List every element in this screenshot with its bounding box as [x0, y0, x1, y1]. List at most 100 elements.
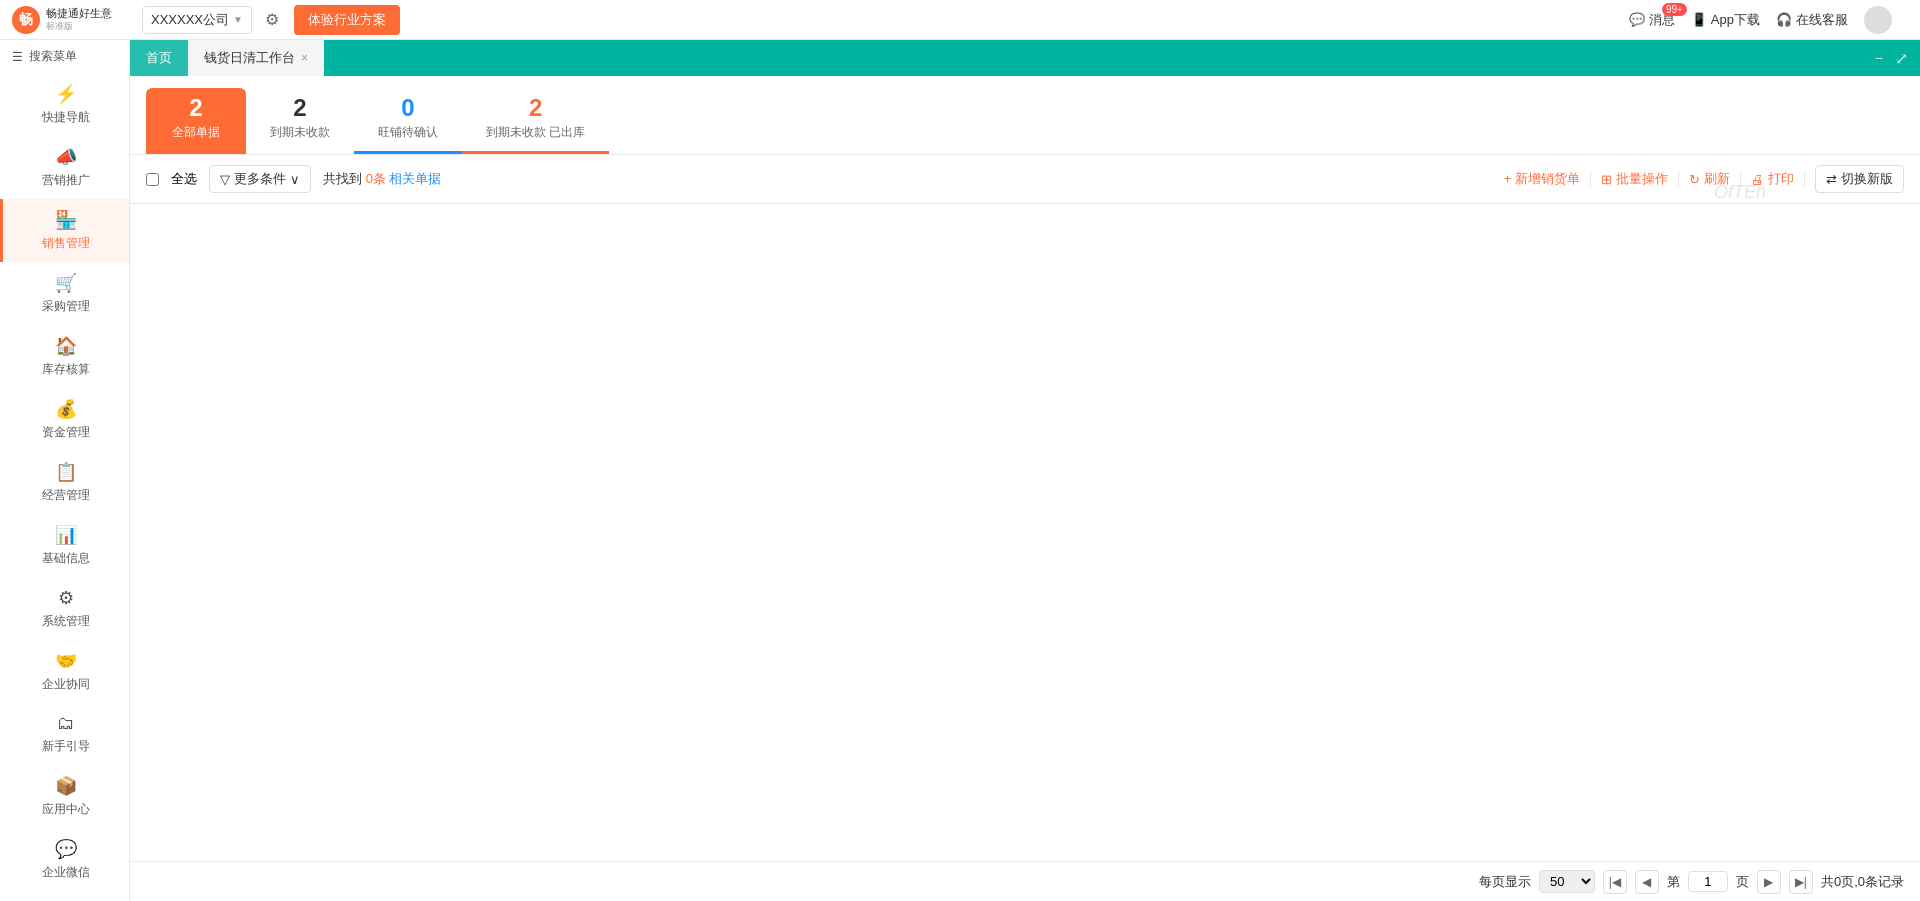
- tab-workbench[interactable]: 钱货日清工作台 ×: [188, 40, 324, 76]
- stat-tab-all[interactable]: 2 全部单据: [146, 88, 246, 154]
- close-tab-icon[interactable]: ×: [301, 51, 308, 65]
- page-label: 第: [1667, 873, 1680, 891]
- service-label: 在线客服: [1796, 11, 1848, 29]
- batch-button[interactable]: ⊞ 批量操作: [1601, 170, 1668, 188]
- sidebar-item-base-info[interactable]: 📊 基础信息: [0, 514, 129, 577]
- main: 首页 钱货日清工作台 × － ⤢ 2 全部单据 2 到期未: [130, 40, 1920, 901]
- stat-label-pending: 旺铺待确认: [378, 124, 438, 141]
- pagination: 每页显示 50 20 100 |◀ ◀ 第 1 页 ▶ ▶| 共0页,0条记录: [130, 861, 1920, 901]
- stat-tab-overdue-shipped[interactable]: 2 到期未收款 已出库: [462, 88, 609, 154]
- tab-home[interactable]: 首页: [130, 40, 188, 76]
- sidebar-item-label: 采购管理: [42, 298, 90, 315]
- select-all-checkbox[interactable]: [146, 173, 159, 186]
- divider: [1678, 171, 1679, 187]
- sidebar-item-label: 库存核算: [42, 361, 90, 378]
- stat-tab-overdue[interactable]: 2 到期未收款: [246, 88, 354, 154]
- headset-icon: 🎧: [1776, 12, 1792, 27]
- stat-num-overdue-shipped: 2: [529, 96, 542, 120]
- add-sale-order-button[interactable]: + 新增销货单: [1504, 170, 1580, 188]
- operations-icon: 📋: [55, 461, 77, 483]
- stat-tab-pending[interactable]: 0 旺铺待确认: [354, 88, 462, 154]
- search-menu-item[interactable]: ☰ 搜索菜单: [0, 40, 129, 73]
- chevron-down-icon: ▼: [233, 14, 243, 25]
- sidebar-item-sales[interactable]: 🏪 销售管理: [0, 199, 129, 262]
- sidebar-item-app-center[interactable]: 📦 应用中心: [0, 765, 129, 828]
- divider: [1804, 171, 1805, 187]
- select-all-label: 全选: [171, 170, 197, 188]
- enterprise-icon: 🤝: [55, 650, 77, 672]
- sidebar-item-label: 企业微信: [42, 864, 90, 881]
- sidebar: ☰ 搜索菜单 ⚡ 快捷导航 📣 营销推广 🏪 销售管理 🛒 采购管理 🏠 库存核…: [0, 40, 130, 901]
- base-info-icon: 📊: [55, 524, 77, 546]
- sidebar-item-label: 应用中心: [42, 801, 90, 818]
- settings-button[interactable]: ⚙: [258, 6, 286, 34]
- divider: [1740, 171, 1741, 187]
- page-label-suffix: 页: [1736, 873, 1749, 891]
- found-text: 共找到 0条 相关单据: [323, 170, 441, 188]
- stats-tabs: 2 全部单据 2 到期未收款 0 旺铺待确认 2 到期未收款 已出库: [130, 76, 1920, 155]
- next-page-button[interactable]: ▶: [1757, 870, 1781, 894]
- guide-icon: 🗂: [57, 713, 75, 734]
- avatar[interactable]: [1864, 6, 1892, 34]
- content: 2 全部单据 2 到期未收款 0 旺铺待确认 2 到期未收款 已出库: [130, 76, 1920, 901]
- sidebar-item-inventory[interactable]: 🏠 库存核算: [0, 325, 129, 388]
- print-button[interactable]: 🖨 打印: [1751, 170, 1794, 188]
- maximize-button[interactable]: ⤢: [1895, 49, 1908, 68]
- search-icon: ☰: [12, 50, 23, 64]
- top-bar: 畅 畅捷通好生意 标准版 XXXXXX公司 ▼ ⚙ 体验行业方案 💬 消息 99…: [0, 0, 1920, 40]
- stat-label-overdue: 到期未收款: [270, 124, 330, 141]
- first-page-button[interactable]: |◀: [1603, 870, 1627, 894]
- online-service-button[interactable]: 🎧 在线客服: [1776, 11, 1848, 29]
- stat-label-all: 全部单据: [172, 124, 220, 141]
- sidebar-item-operations[interactable]: 📋 经营管理: [0, 451, 129, 514]
- inventory-icon: 🏠: [55, 335, 77, 357]
- sidebar-item-system[interactable]: ⚙ 系统管理: [0, 577, 129, 640]
- sidebar-item-label: 系统管理: [42, 613, 90, 630]
- refresh-button[interactable]: ↻ 刷新: [1689, 170, 1730, 188]
- sidebar-item-label: 营销推广: [42, 172, 90, 189]
- sidebar-item-enterprise-wechat[interactable]: 💬 企业微信: [0, 828, 129, 891]
- minimize-button[interactable]: －: [1871, 48, 1887, 69]
- app-label: App下载: [1711, 11, 1760, 29]
- sidebar-item-guide[interactable]: 🗂 新手引导: [0, 703, 129, 765]
- company-name: XXXXXX公司: [151, 11, 229, 29]
- sidebar-item-label: 资金管理: [42, 424, 90, 441]
- top-bar-right: 💬 消息 99+ 📱 App下载 🎧 在线客服: [1629, 6, 1908, 34]
- nav-tabs: 首页 钱货日清工作台 × － ⤢: [130, 40, 1920, 76]
- sidebar-item-vip[interactable]: 🏆 畅会员: [0, 891, 129, 901]
- divider: [1590, 171, 1591, 187]
- sidebar-item-enterprise[interactable]: 🤝 企业协同: [0, 640, 129, 703]
- sidebar-item-marketing[interactable]: 📣 营销推广: [0, 136, 129, 199]
- sidebar-item-label: 企业协同: [42, 676, 90, 693]
- logo-badge: 标准版: [46, 20, 112, 33]
- switch-version-button[interactable]: ⇄ 切换新版: [1815, 165, 1904, 193]
- page-number-input[interactable]: 1: [1688, 871, 1728, 892]
- sidebar-item-finance[interactable]: 💰 资金管理: [0, 388, 129, 451]
- prev-page-button[interactable]: ◀: [1635, 870, 1659, 894]
- total-records: 共0页,0条记录: [1821, 873, 1904, 891]
- app-center-icon: 📦: [55, 775, 77, 797]
- chevron-down-icon: ∨: [290, 172, 300, 187]
- message-badge: 99+: [1662, 3, 1687, 16]
- sidebar-item-quick-nav[interactable]: ⚡ 快捷导航: [0, 73, 129, 136]
- app-download-button[interactable]: 📱 App下载: [1691, 11, 1760, 29]
- layout: ☰ 搜索菜单 ⚡ 快捷导航 📣 营销推广 🏪 销售管理 🛒 采购管理 🏠 库存核…: [0, 40, 1920, 901]
- found-link[interactable]: 相关单据: [389, 171, 441, 186]
- message-icon: 💬: [1629, 12, 1645, 27]
- app-icon: 📱: [1691, 12, 1707, 27]
- filter-button[interactable]: ▽ 更多条件 ∨: [209, 165, 311, 193]
- sidebar-item-label: 快捷导航: [42, 109, 90, 126]
- toolbar: 全选 ▽ 更多条件 ∨ 共找到 0条 相关单据 + 新增销货单: [130, 155, 1920, 204]
- nav-tab-actions: － ⤢: [1871, 48, 1920, 69]
- message-button[interactable]: 💬 消息 99+: [1629, 11, 1675, 29]
- last-page-button[interactable]: ▶|: [1789, 870, 1813, 894]
- per-page-select[interactable]: 50 20 100: [1539, 870, 1595, 893]
- trial-button[interactable]: 体验行业方案: [294, 5, 400, 35]
- filter-icon: ▽: [220, 172, 230, 187]
- sidebar-item-purchase[interactable]: 🛒 采购管理: [0, 262, 129, 325]
- marketing-icon: 📣: [55, 146, 77, 168]
- sales-icon: 🏪: [55, 209, 77, 231]
- company-selector[interactable]: XXXXXX公司 ▼: [142, 6, 252, 34]
- toolbar-right: + 新增销货单 ⊞ 批量操作 ↻ 刷新 🖨 打印: [1504, 165, 1904, 193]
- sidebar-item-label: 销售管理: [42, 235, 90, 252]
